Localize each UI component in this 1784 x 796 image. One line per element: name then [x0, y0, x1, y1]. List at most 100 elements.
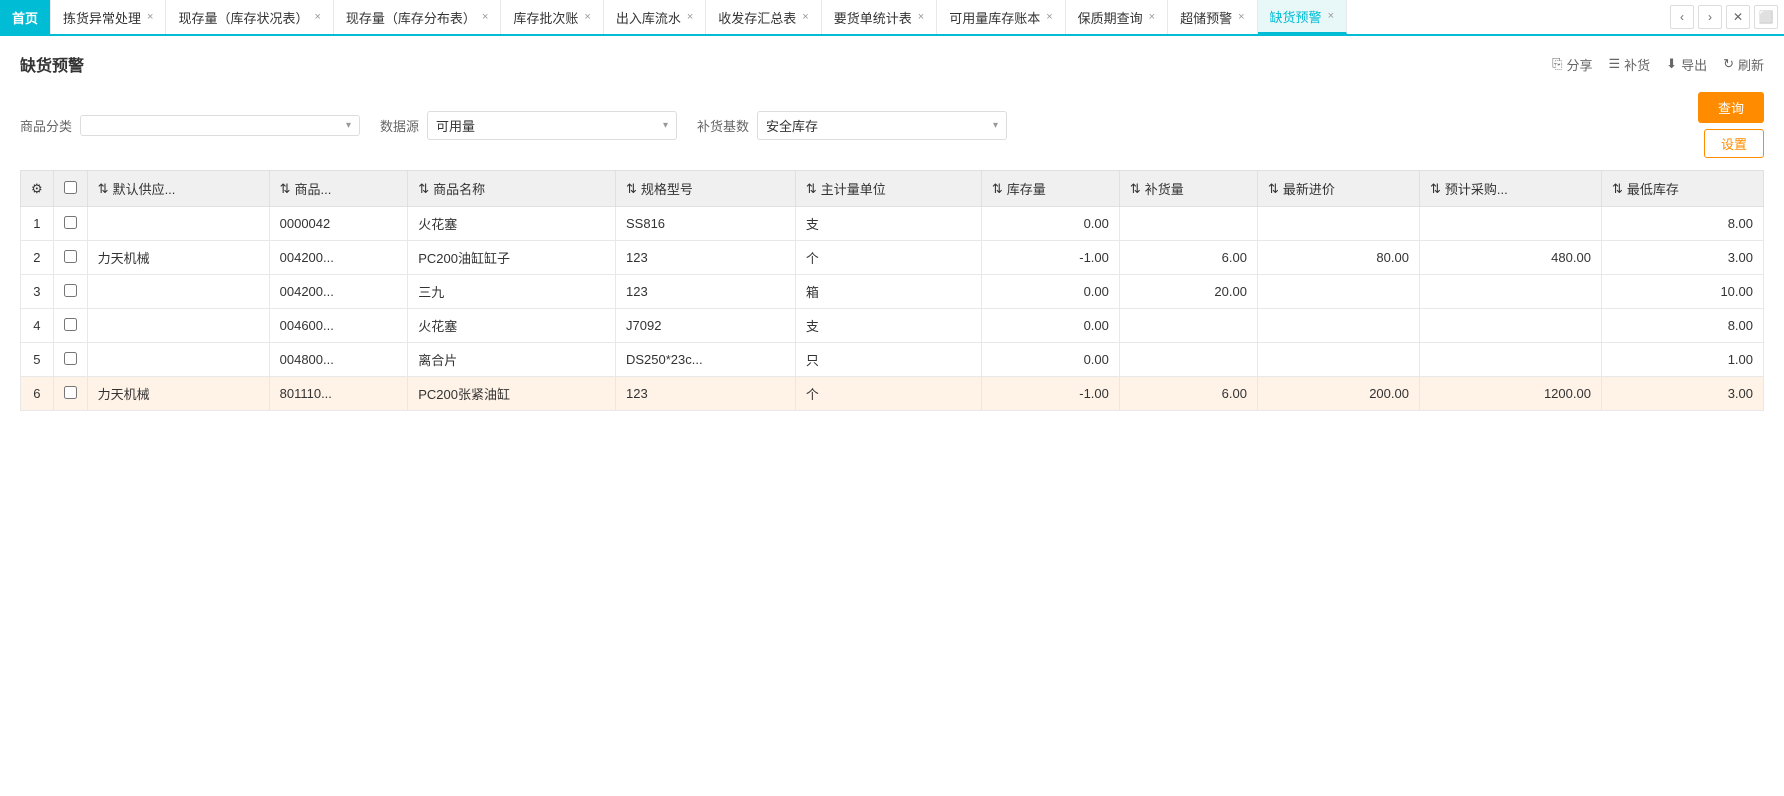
tab-close-batch-account[interactable]: ×: [584, 11, 590, 23]
refresh-label: 刷新: [1738, 55, 1764, 74]
th-replenish-qty: ⇅ 补货量: [1119, 171, 1257, 207]
row-checkbox[interactable]: [64, 216, 77, 229]
tab-close-inventory-dist[interactable]: ×: [482, 11, 488, 23]
row-checkbox[interactable]: [64, 386, 77, 399]
tab-label-available-ledger: 可用量库存账本: [949, 8, 1040, 27]
select-all-checkbox[interactable]: [64, 181, 77, 194]
row-stock: 0.00: [981, 275, 1119, 309]
sort-icon: ⇅: [806, 181, 817, 197]
tab-receipt-summary[interactable]: 收发存汇总表 ×: [706, 0, 821, 34]
sort-icon: ⇅: [418, 181, 429, 197]
tab-label-home: 首页: [12, 8, 38, 27]
row-latest-price: 200.00: [1257, 377, 1419, 411]
export-button[interactable]: ⬇ 导出: [1666, 55, 1707, 74]
row-unit: 个: [795, 241, 981, 275]
row-checkbox-cell[interactable]: [53, 309, 87, 343]
row-est-purchase: 480.00: [1419, 241, 1601, 275]
share-button[interactable]: ⎘ 分享: [1552, 55, 1592, 74]
row-checkbox-cell[interactable]: [53, 343, 87, 377]
tab-prev-button[interactable]: ‹: [1670, 5, 1694, 29]
tab-in-out-flow[interactable]: 出入库流水 ×: [604, 0, 706, 34]
tab-defect-process[interactable]: 拣货异常处理 ×: [51, 0, 166, 34]
th-stock-sort[interactable]: ⇅ 库存量: [992, 179, 1109, 198]
tab-expiry-query[interactable]: 保质期查询×: [1066, 0, 1168, 34]
query-button[interactable]: 查询: [1698, 92, 1764, 123]
row-checkbox[interactable]: [64, 318, 77, 331]
th-spec-label: 规格型号: [641, 179, 693, 198]
refresh-button[interactable]: ↻ 刷新: [1723, 55, 1764, 74]
tab-close-inventory-status[interactable]: ×: [314, 11, 320, 23]
th-est-purchase-sort[interactable]: ⇅ 预计采购...: [1430, 179, 1591, 198]
datasource-select[interactable]: 可用量 ▾: [427, 111, 677, 140]
tab-batch-account[interactable]: 库存批次账×: [501, 0, 603, 34]
row-checkbox-cell[interactable]: [53, 377, 87, 411]
tab-close-shortage-warn[interactable]: ×: [1328, 10, 1334, 22]
th-stock-label: 库存量: [1007, 179, 1046, 198]
tab-label-defect-process: 拣货异常处理: [63, 8, 141, 27]
tab-close-defect-process[interactable]: ×: [147, 11, 153, 23]
th-product-name-sort[interactable]: ⇅ 商品名称: [418, 179, 605, 198]
row-product-code: 004600...: [269, 309, 408, 343]
th-replenish-qty-sort[interactable]: ⇅ 补货量: [1130, 179, 1247, 198]
row-est-purchase: 1200.00: [1419, 377, 1601, 411]
row-checkbox[interactable]: [64, 352, 77, 365]
tab-label-receipt-summary: 收发存汇总表: [718, 8, 796, 27]
category-select[interactable]: ▾: [80, 115, 360, 136]
tab-inventory-status[interactable]: 现存量（库存状况表） ×: [166, 0, 333, 34]
row-replenish-qty: [1119, 343, 1257, 377]
th-spec-sort[interactable]: ⇅ 规格型号: [626, 179, 785, 198]
th-unit: ⇅ 主计量单位: [795, 171, 981, 207]
th-product-name-label: 商品名称: [433, 179, 485, 198]
tab-label-inventory-status: 现存量（库存状况表）: [178, 8, 308, 27]
row-latest-price: 80.00: [1257, 241, 1419, 275]
replenish-base-select[interactable]: 安全库存 ▾: [757, 111, 1007, 140]
th-min-stock: ⇅ 最低库存: [1601, 171, 1763, 207]
export-label: 导出: [1681, 55, 1707, 74]
tab-close-expiry-query[interactable]: ×: [1149, 11, 1155, 23]
tab-shortage-warn[interactable]: 缺货预警×: [1258, 0, 1347, 34]
refresh-icon: ↻: [1723, 56, 1734, 72]
sort-icon: ⇅: [1430, 181, 1441, 197]
tab-close-in-out-flow[interactable]: ×: [687, 11, 693, 23]
row-checkbox-cell[interactable]: [53, 207, 87, 241]
th-settings[interactable]: ⚙: [21, 171, 54, 207]
page-header: 缺货预警 ⎘ 分享 ☰ 补货 ⬇ 导出 ↻ 刷新: [20, 52, 1764, 76]
tab-close-others-button[interactable]: ✕: [1726, 5, 1750, 29]
tab-close-receipt-summary[interactable]: ×: [802, 11, 808, 23]
th-min-stock-sort[interactable]: ⇅ 最低库存: [1612, 179, 1753, 198]
tab-label-inventory-dist: 现存量（库存分布表）: [346, 8, 476, 27]
row-checkbox-cell[interactable]: [53, 241, 87, 275]
tab-inventory-dist[interactable]: 现存量（库存分布表） ×: [334, 0, 501, 34]
replenish-button[interactable]: ☰ 补货: [1608, 55, 1650, 74]
th-product-code-sort[interactable]: ⇅ 商品...: [280, 179, 398, 198]
tab-close-available-ledger[interactable]: ×: [1046, 11, 1052, 23]
th-unit-sort[interactable]: ⇅ 主计量单位: [806, 179, 971, 198]
row-product-name: 离合片: [408, 343, 616, 377]
th-latest-price-sort[interactable]: ⇅ 最新进价: [1268, 179, 1409, 198]
tab-demand-stats[interactable]: 要货单统计表×: [822, 0, 937, 34]
th-checkbox[interactable]: [53, 171, 87, 207]
tab-available-ledger[interactable]: 可用量库存账本 ×: [937, 0, 1065, 34]
row-product-code: 0000042: [269, 207, 408, 241]
tab-close-demand-stats[interactable]: ×: [918, 11, 924, 23]
row-spec: DS250*23c...: [616, 343, 796, 377]
tab-close-overstock-warn[interactable]: ×: [1238, 11, 1244, 23]
th-spec: ⇅ 规格型号: [616, 171, 796, 207]
row-product-name: PC200油缸缸子: [408, 241, 616, 275]
row-checkbox-cell[interactable]: [53, 275, 87, 309]
row-min-stock: 3.00: [1601, 377, 1763, 411]
tab-maximize-button[interactable]: ⬜: [1754, 5, 1778, 29]
row-latest-price: [1257, 309, 1419, 343]
th-default-supplier-sort[interactable]: ⇅ 默认供应...: [98, 179, 259, 198]
column-settings-icon[interactable]: ⚙: [31, 181, 43, 196]
tab-overstock-warn[interactable]: 超储预警×: [1168, 0, 1257, 34]
row-est-purchase: [1419, 343, 1601, 377]
tab-next-button[interactable]: ›: [1698, 5, 1722, 29]
tab-home[interactable]: 首页: [0, 0, 51, 34]
share-icon: ⎘: [1552, 56, 1562, 72]
row-checkbox[interactable]: [64, 250, 77, 263]
row-checkbox[interactable]: [64, 284, 77, 297]
row-min-stock: 1.00: [1601, 343, 1763, 377]
settings-button[interactable]: 设置: [1704, 129, 1764, 158]
tab-label-in-out-flow: 出入库流水: [616, 8, 681, 27]
